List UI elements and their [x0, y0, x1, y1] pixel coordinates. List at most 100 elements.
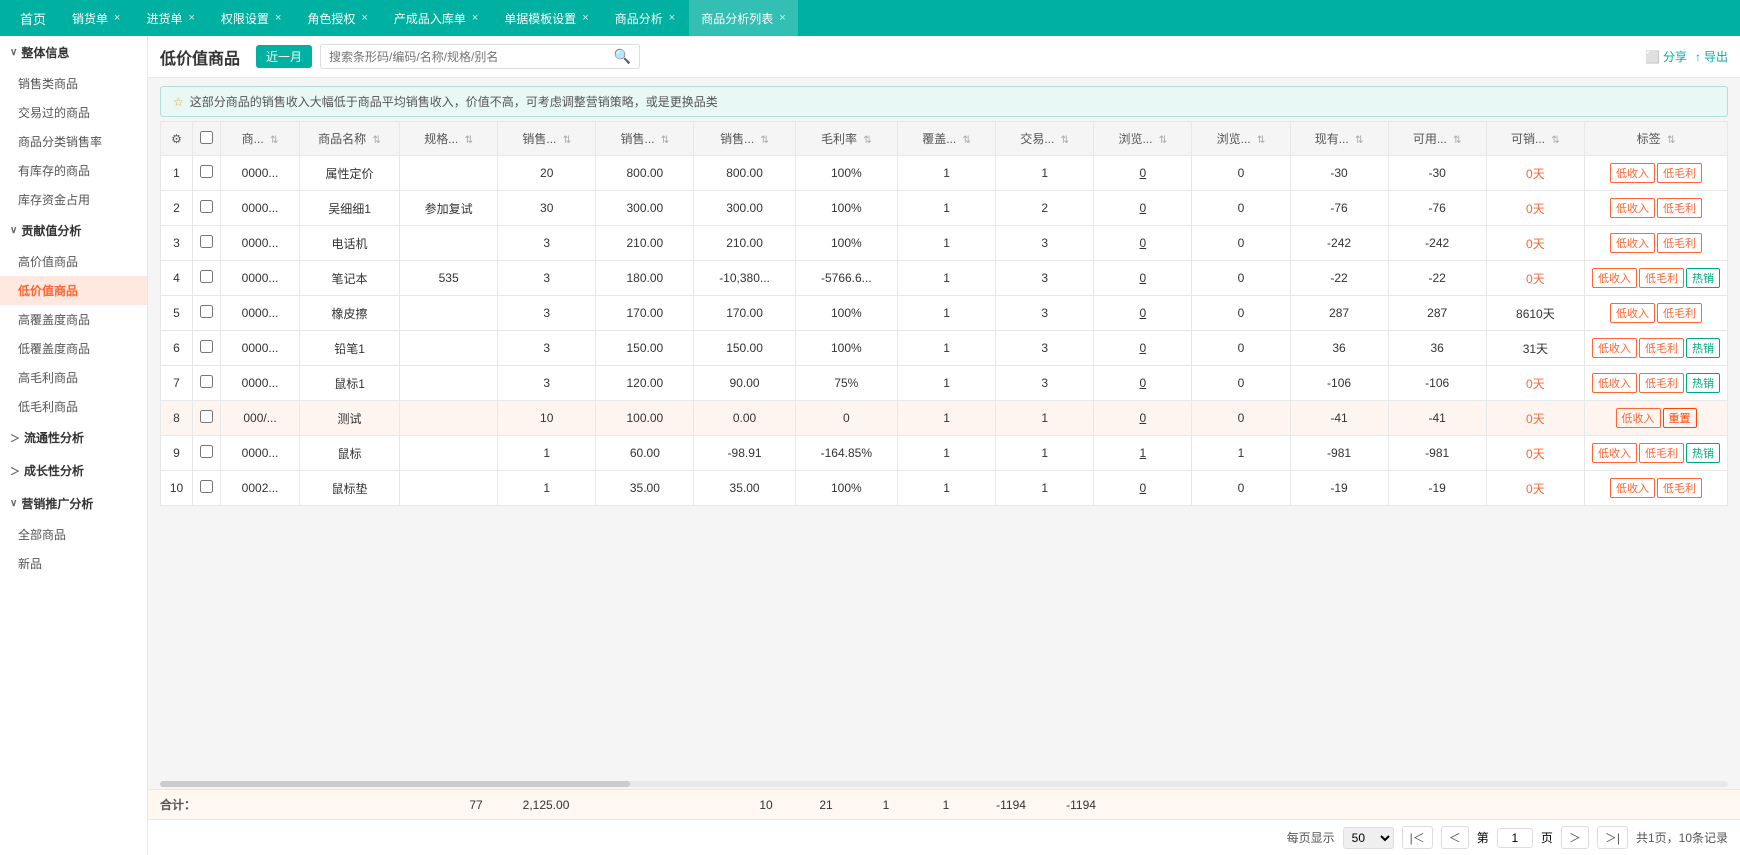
view-link[interactable]: 0 [1139, 236, 1146, 250]
col-checkbox[interactable] [193, 331, 221, 366]
col-checkbox[interactable] [193, 296, 221, 331]
close-icon[interactable]: × [188, 12, 194, 24]
col-cover-header[interactable]: 覆盖... ⇅ [898, 122, 996, 156]
col-available-header[interactable]: 可用... ⇅ [1388, 122, 1486, 156]
col-settings-header[interactable]: ⚙ [161, 122, 193, 156]
nav-template[interactable]: 单据模板设置 × [492, 0, 600, 36]
close-icon[interactable]: × [582, 12, 588, 24]
close-icon[interactable]: × [275, 12, 281, 24]
share-button[interactable]: ⬜ 分享 [1645, 48, 1687, 65]
col-code-header[interactable]: 商... ⇅ [221, 122, 300, 156]
row-checkbox[interactable] [200, 445, 213, 458]
col-checkbox[interactable] [193, 471, 221, 506]
col-checkbox[interactable] [193, 366, 221, 401]
col-sale2-header[interactable]: 销售... ⇅ [596, 122, 694, 156]
col-checkbox[interactable] [193, 156, 221, 191]
nav-goods-analysis[interactable]: 商品分析 × [603, 0, 687, 36]
close-icon[interactable]: × [361, 12, 367, 24]
sidebar-section-growth[interactable]: ＞ 成长性分析 [0, 454, 147, 487]
col-tags-header[interactable]: 标签 ⇅ [1585, 122, 1728, 156]
col-view1[interactable]: 0 [1094, 296, 1192, 331]
sidebar-item-low-margin[interactable]: 低毛利商品 [0, 392, 147, 421]
view-link[interactable]: 0 [1139, 376, 1146, 390]
view-link[interactable]: 0 [1139, 481, 1146, 495]
scrollbar-thumb[interactable] [160, 781, 630, 787]
col-current-header[interactable]: 现有... ⇅ [1290, 122, 1388, 156]
sidebar-item-low-value[interactable]: 低价值商品 [0, 276, 147, 305]
view-link[interactable]: 0 [1139, 201, 1146, 215]
col-spec-header[interactable]: 规格... ⇅ [400, 122, 498, 156]
col-view1[interactable]: 0 [1094, 261, 1192, 296]
view-link[interactable]: 0 [1139, 166, 1146, 180]
col-name-header[interactable]: 商品名称 ⇅ [300, 122, 400, 156]
row-checkbox[interactable] [200, 200, 213, 213]
sidebar-section-flow[interactable]: ＞ 流通性分析 [0, 421, 147, 454]
row-checkbox[interactable] [200, 340, 213, 353]
last-page-button[interactable]: ＞| [1597, 826, 1628, 849]
page-size-select[interactable]: 50 100 200 [1343, 827, 1394, 849]
page-number-input[interactable] [1497, 828, 1533, 848]
col-sale1-header[interactable]: 销售... ⇅ [498, 122, 596, 156]
col-view1[interactable]: 0 [1094, 401, 1192, 436]
search-input[interactable] [329, 50, 614, 64]
sidebar-item-category-rate[interactable]: 商品分类销售率 [0, 127, 147, 156]
nav-home[interactable]: 首页 [8, 0, 58, 36]
col-view1[interactable]: 0 [1094, 331, 1192, 366]
row-checkbox[interactable] [200, 305, 213, 318]
nav-role[interactable]: 角色授权 × [295, 0, 379, 36]
close-icon[interactable]: × [779, 12, 785, 24]
close-icon[interactable]: × [114, 12, 120, 24]
sidebar-section-contribution[interactable]: ∨ 贡献值分析 [0, 214, 147, 247]
nav-sales[interactable]: 销货单 × [60, 0, 132, 36]
sidebar-item-high-value[interactable]: 高价值商品 [0, 247, 147, 276]
nav-purchase[interactable]: 进货单 × [134, 0, 206, 36]
prev-page-button[interactable]: ＜ [1441, 826, 1469, 849]
col-view2-header[interactable]: 浏览... ⇅ [1192, 122, 1290, 156]
col-view1[interactable]: 0 [1094, 191, 1192, 226]
col-sale3-header[interactable]: 销售... ⇅ [694, 122, 795, 156]
col-checkbox[interactable] [193, 226, 221, 261]
sidebar-item-traded-goods[interactable]: 交易过的商品 [0, 98, 147, 127]
col-view1-header[interactable]: 浏览... ⇅ [1094, 122, 1192, 156]
col-checkbox-header[interactable] [193, 122, 221, 156]
row-checkbox[interactable] [200, 480, 213, 493]
first-page-button[interactable]: |＜ [1402, 826, 1433, 849]
sidebar-item-stocked-goods[interactable]: 有库存的商品 [0, 156, 147, 185]
col-checkbox[interactable] [193, 191, 221, 226]
col-checkbox[interactable] [193, 401, 221, 436]
view-link[interactable]: 0 [1139, 341, 1146, 355]
view-link[interactable]: 0 [1139, 306, 1146, 320]
col-trade-header[interactable]: 交易... ⇅ [996, 122, 1094, 156]
row-checkbox[interactable] [200, 270, 213, 283]
table-wrapper[interactable]: ⚙ 商... ⇅ 商品名称 ⇅ 规格... ⇅ 销售... ⇅ 销售... ⇅ … [160, 121, 1728, 779]
sidebar-section-marketing[interactable]: ∨ 营销推广分析 [0, 487, 147, 520]
sidebar-item-all-goods[interactable]: 全部商品 [0, 520, 147, 549]
row-checkbox[interactable] [200, 165, 213, 178]
row-checkbox[interactable] [200, 375, 213, 388]
sidebar-item-new-goods[interactable]: 新品 [0, 549, 147, 578]
select-all-checkbox[interactable] [200, 131, 213, 144]
next-page-button[interactable]: ＞ [1561, 826, 1589, 849]
col-view1[interactable]: 0 [1094, 471, 1192, 506]
horizontal-scrollbar[interactable] [160, 781, 1728, 787]
close-icon[interactable]: × [472, 12, 478, 24]
sidebar-item-low-coverage[interactable]: 低覆盖度商品 [0, 334, 147, 363]
sidebar-item-high-coverage[interactable]: 高覆盖度商品 [0, 305, 147, 334]
col-checkbox[interactable] [193, 261, 221, 296]
export-button[interactable]: ↑ 导出 [1695, 48, 1728, 65]
view-link[interactable]: 0 [1139, 411, 1146, 425]
view-link[interactable]: 0 [1139, 271, 1146, 285]
nav-goods-list[interactable]: 商品分析列表 × [689, 0, 797, 36]
nav-permission[interactable]: 权限设置 × [209, 0, 293, 36]
col-checkbox[interactable] [193, 436, 221, 471]
sidebar-item-stock-funds[interactable]: 库存资金占用 [0, 185, 147, 214]
row-checkbox[interactable] [200, 410, 213, 423]
close-icon[interactable]: × [669, 12, 675, 24]
sidebar-item-high-margin[interactable]: 高毛利商品 [0, 363, 147, 392]
sidebar-section-overall[interactable]: ∨ 整体信息 [0, 36, 147, 69]
col-view1[interactable]: 0 [1094, 366, 1192, 401]
sidebar-item-sales-goods[interactable]: 销售类商品 [0, 69, 147, 98]
col-view1[interactable]: 0 [1094, 156, 1192, 191]
col-view1[interactable]: 1 [1094, 436, 1192, 471]
col-saleable-header[interactable]: 可销... ⇅ [1486, 122, 1584, 156]
